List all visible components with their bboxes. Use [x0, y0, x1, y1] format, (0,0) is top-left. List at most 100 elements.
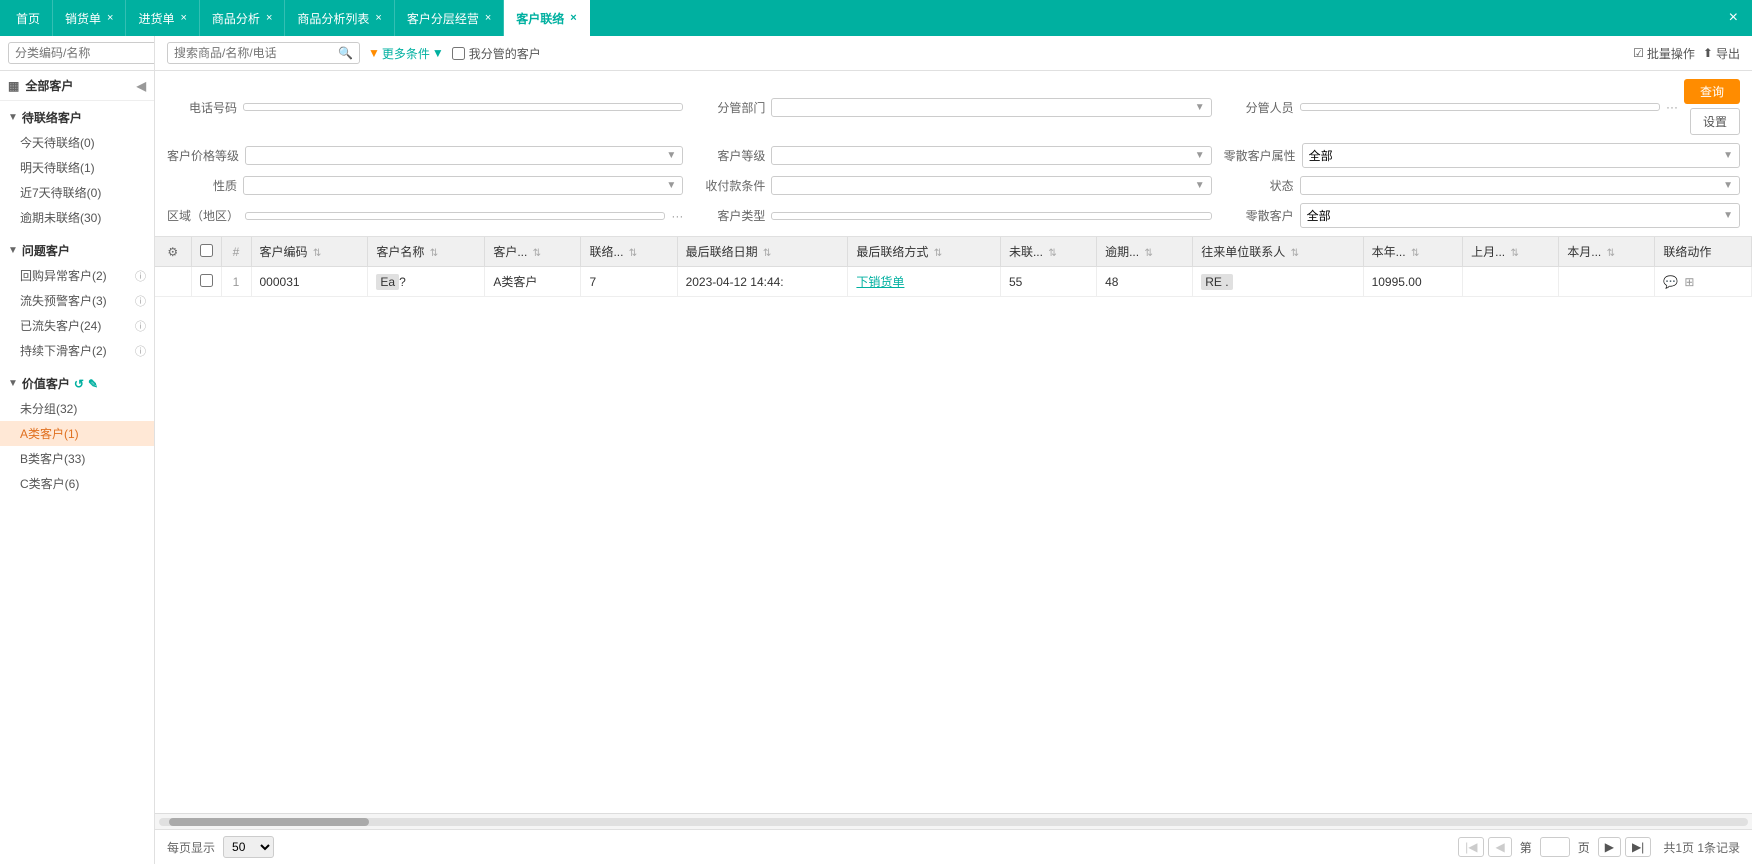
sort-way-icon[interactable]: ⇅: [934, 248, 942, 259]
filter-select-retail[interactable]: 全部▼: [1300, 203, 1740, 228]
sidebar-section-value-title[interactable]: ▼ 价值客户 ↺ ✎: [0, 371, 154, 396]
sort-tmonth-icon[interactable]: ⇅: [1607, 248, 1615, 259]
ellipsis-region-icon[interactable]: ···: [671, 209, 683, 223]
close-product-analysis-list-icon[interactable]: ×: [375, 12, 381, 24]
toolbar-search-icon[interactable]: 🔍: [338, 46, 353, 60]
sidebar-item-c-class[interactable]: C类客户(6): [0, 471, 154, 496]
settings-button[interactable]: 设置: [1690, 108, 1740, 135]
sidebar-item-repurchase[interactable]: 回购异常客户(2) ⓘ: [0, 263, 154, 288]
filter-more-btn[interactable]: ▼ 更多条件 ▼: [368, 45, 444, 62]
sidebar-item-b-class[interactable]: B类客户(33): [0, 446, 154, 471]
sidebar-section-problem: ▼ 问题客户 回购异常客户(2) ⓘ 流失预警客户(3) ⓘ 已流失客户(24)…: [0, 234, 154, 367]
next-page-btn[interactable]: ▶: [1598, 837, 1621, 857]
sidebar-section-problem-title[interactable]: ▼ 问题客户: [0, 238, 154, 263]
close-sales-order-icon[interactable]: ×: [107, 12, 113, 24]
contact-way-link[interactable]: 下销货单: [856, 275, 904, 289]
current-page-input[interactable]: 1: [1540, 837, 1570, 857]
td-customer-type: A类客户: [485, 267, 581, 297]
filter-select-price-level[interactable]: ▼: [245, 146, 683, 165]
sort-overdue-icon[interactable]: ⇅: [1144, 248, 1152, 259]
sort-contact-icon[interactable]: ⇅: [629, 248, 637, 259]
toolbar-right: ☑ 批量操作 ⬆ 导出: [1633, 45, 1740, 62]
info-icon2: ⓘ: [135, 293, 146, 309]
sidebar-item-overdue[interactable]: 逾期未联络(30): [0, 205, 154, 230]
tab-purchase-order[interactable]: 进货单 ×: [126, 0, 199, 36]
sort-unit-icon[interactable]: ⇅: [1291, 248, 1299, 259]
sidebar-item-churn-warning[interactable]: 流失预警客户(3) ⓘ: [0, 288, 154, 313]
edit-icon[interactable]: ✎: [88, 377, 98, 391]
filter-input-customer-type[interactable]: [771, 212, 1211, 220]
filter-label-phone: 电话号码: [167, 99, 237, 116]
chat-icon[interactable]: 💬: [1663, 275, 1678, 289]
filter-arrow-icon: ▼: [432, 46, 444, 60]
ellipsis-person-icon[interactable]: ···: [1666, 100, 1678, 114]
tab-product-analysis[interactable]: 商品分析 ×: [200, 0, 285, 36]
query-button[interactable]: 查询: [1684, 79, 1740, 104]
row-checkbox[interactable]: [200, 274, 213, 287]
sort-type-icon[interactable]: ⇅: [533, 248, 541, 259]
select-all-checkbox[interactable]: [200, 244, 213, 257]
filter-select-customer-level[interactable]: ▼: [771, 146, 1211, 165]
td-customer-code: 000031: [251, 267, 368, 297]
tab-home[interactable]: 首页: [4, 0, 53, 36]
last-page-btn[interactable]: ▶|: [1625, 837, 1651, 857]
sidebar-search-input[interactable]: [8, 42, 155, 64]
filter-select-retail-attr[interactable]: 全部▼: [1302, 143, 1740, 168]
sidebar-item-a-class[interactable]: A类客户(1): [0, 421, 154, 446]
filter-label-dept: 分管部门: [695, 99, 765, 116]
filter-label-status: 状态: [1224, 177, 1294, 194]
sort-date-icon[interactable]: ⇅: [763, 248, 771, 259]
arrow-down-icon: ▼: [8, 112, 18, 123]
sidebar-collapse-icon[interactable]: ◀: [137, 79, 146, 93]
sort-lmonth-icon[interactable]: ⇅: [1511, 248, 1519, 259]
footer-total: 共1页 1条记录: [1663, 839, 1740, 856]
filter-label-payment: 收付款条件: [695, 177, 765, 194]
sidebar-item-week[interactable]: 近7天待联络(0): [0, 180, 154, 205]
sidebar-item-churned[interactable]: 已流失客户(24) ⓘ: [0, 313, 154, 338]
tab-customer-segment[interactable]: 客户分层经营 ×: [395, 0, 504, 36]
sort-year-icon[interactable]: ⇅: [1411, 248, 1419, 259]
export-btn[interactable]: ⬆ 导出: [1703, 45, 1740, 62]
close-product-analysis-icon[interactable]: ×: [266, 12, 272, 24]
filter-input-phone[interactable]: [243, 103, 683, 111]
td-this-year: 10995.00: [1363, 267, 1463, 297]
filter-select-status[interactable]: ▼: [1300, 176, 1740, 195]
action-icons: 💬 ⊞: [1663, 275, 1743, 289]
filter-input-region[interactable]: [245, 212, 665, 220]
sort-uncontacted-icon[interactable]: ⇅: [1048, 248, 1056, 259]
sort-name-icon[interactable]: ⇅: [430, 248, 438, 259]
sidebar-item-today[interactable]: 今天待联络(0): [0, 130, 154, 155]
scrollbar-thumb[interactable]: [169, 818, 369, 826]
close-purchase-order-icon[interactable]: ×: [180, 12, 186, 24]
prev-page-btn[interactable]: ◀: [1488, 837, 1511, 857]
sidebar-item-unclassified[interactable]: 未分组(32): [0, 396, 154, 421]
first-page-btn[interactable]: |◀: [1458, 837, 1484, 857]
tab-customer-contact[interactable]: 客户联络 ×: [504, 0, 589, 36]
page-size-select[interactable]: 50 10 20 100: [223, 836, 274, 858]
sidebar-item-declining[interactable]: 持续下滑客户(2) ⓘ: [0, 338, 154, 363]
search-input[interactable]: [174, 46, 334, 60]
sort-code-icon[interactable]: ⇅: [313, 248, 321, 259]
gear-icon[interactable]: ⚙: [167, 245, 178, 259]
pagination-nav: |◀ ◀ 第 1 页 ▶ ▶| 共1页 1条记录: [1458, 837, 1740, 857]
sidebar-section-pending-title[interactable]: ▼ 待联络客户: [0, 105, 154, 130]
tab-product-analysis-list[interactable]: 商品分析列表 ×: [285, 0, 394, 36]
batch-op-btn[interactable]: ☑ 批量操作: [1633, 45, 1695, 62]
sidebar-item-tomorrow[interactable]: 明天待联络(1): [0, 155, 154, 180]
my-customers-check[interactable]: [452, 47, 465, 60]
horizontal-scrollbar[interactable]: [155, 813, 1752, 829]
close-customer-contact-icon[interactable]: ×: [570, 12, 576, 24]
info-icon: ⓘ: [135, 268, 146, 284]
filter-select-nature[interactable]: ▼: [243, 176, 683, 195]
tab-sales-order[interactable]: 销货单 ×: [53, 0, 126, 36]
refresh-icon[interactable]: ↺: [74, 377, 84, 391]
sidebar-all-customers[interactable]: ▦ 全部客户 ◀: [0, 71, 154, 101]
th-checkbox: [191, 237, 221, 267]
window-close-icon[interactable]: ×: [1719, 9, 1748, 27]
close-customer-segment-icon[interactable]: ×: [485, 12, 491, 24]
qr-icon[interactable]: ⊞: [1684, 275, 1694, 289]
my-customers-checkbox[interactable]: 我分管的客户: [452, 45, 541, 62]
filter-select-payment[interactable]: ▼: [771, 176, 1211, 195]
filter-select-dept[interactable]: ▼: [771, 98, 1211, 117]
filter-input-person[interactable]: [1300, 103, 1660, 111]
